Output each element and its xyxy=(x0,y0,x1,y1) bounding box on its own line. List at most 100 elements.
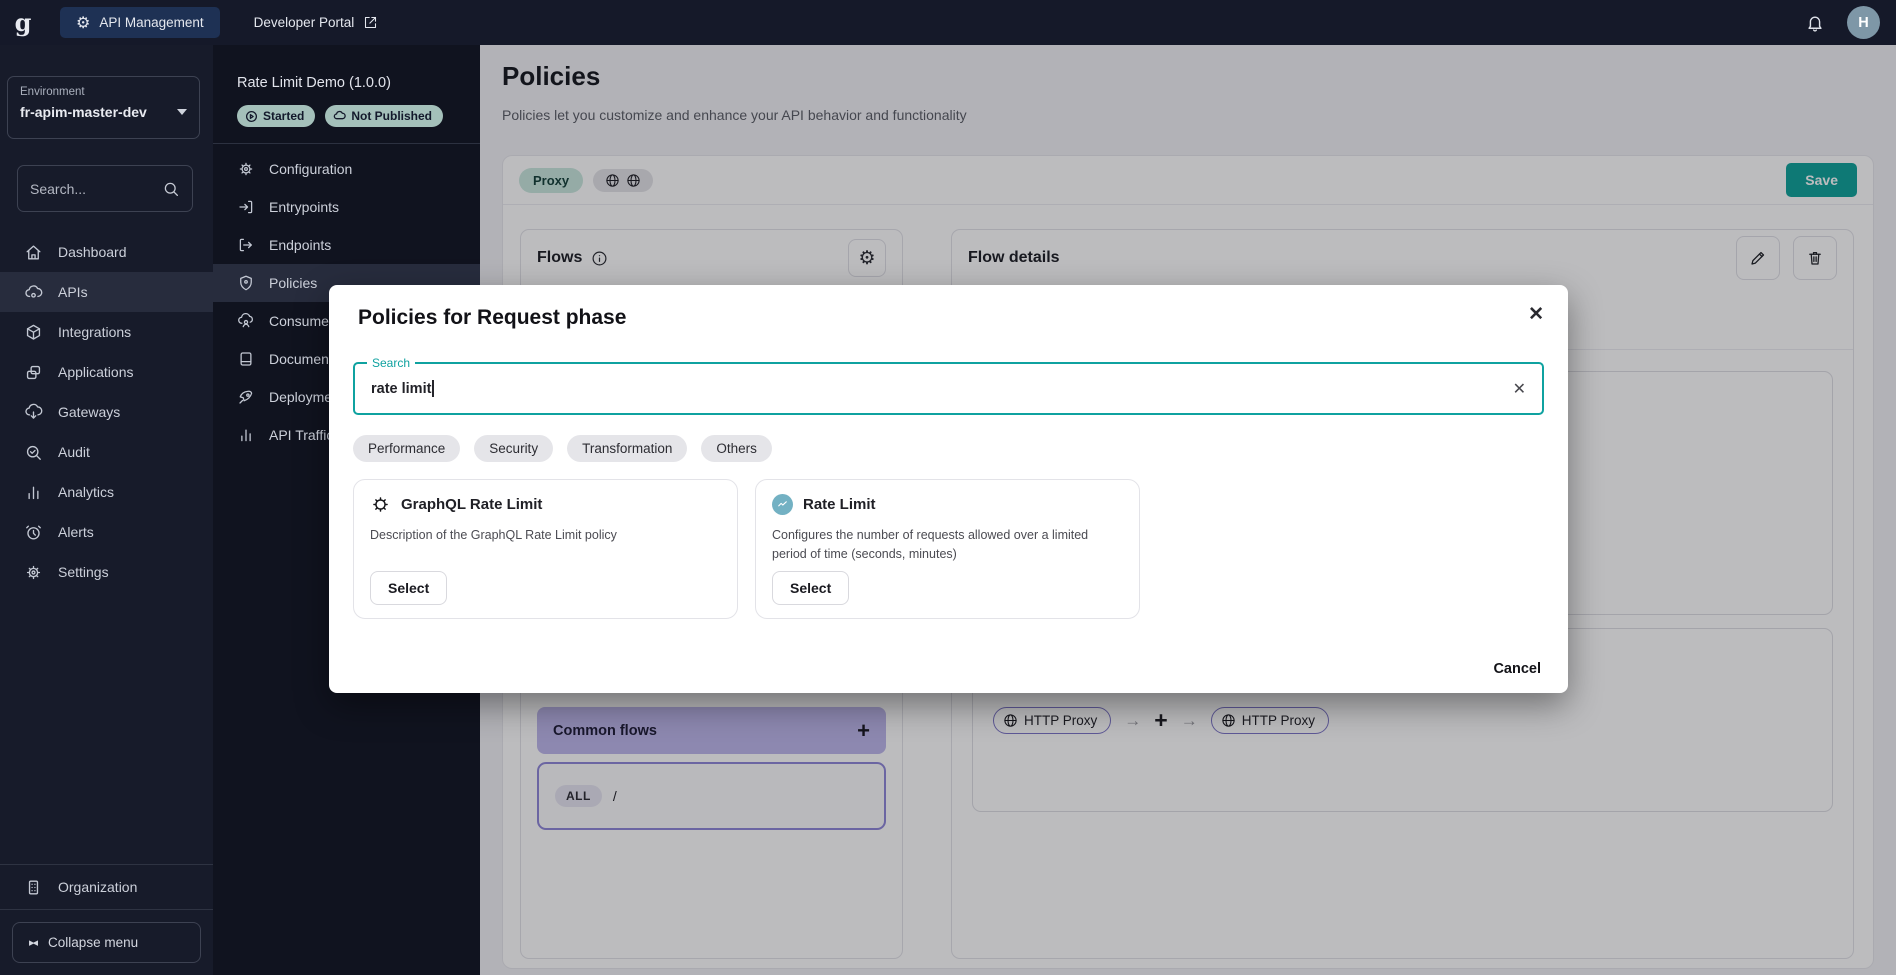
status-badge-started: Started xyxy=(237,105,315,127)
cloud-icon xyxy=(333,110,346,123)
api-menu-label: API Traffic xyxy=(269,427,333,443)
api-menu-label: Entrypoints xyxy=(269,199,339,215)
user-avatar[interactable]: H xyxy=(1847,6,1880,39)
divider xyxy=(213,143,480,144)
select-policy-button[interactable]: Select xyxy=(772,571,849,605)
sidebar-item-label: Gateways xyxy=(58,404,120,420)
rate-limit-icon xyxy=(772,494,793,515)
sidebar-item-label: APIs xyxy=(58,284,88,300)
filter-chip-others[interactable]: Others xyxy=(701,435,772,462)
policy-description: Configures the number of requests allowe… xyxy=(772,526,1102,564)
collapse-menu-label: Collapse menu xyxy=(48,935,138,950)
gear-icon xyxy=(237,160,255,178)
graphql-rate-limit-icon xyxy=(370,494,391,515)
cube-icon xyxy=(24,323,43,342)
developer-portal-nav-button[interactable]: Developer Portal xyxy=(238,7,395,38)
building-icon xyxy=(24,878,43,897)
audit-magnifier-icon xyxy=(24,443,43,462)
api-management-nav-button[interactable]: ⚙ API Management xyxy=(60,7,220,38)
badge-label: Not Published xyxy=(351,109,432,123)
environment-nav: Dashboard APIs Integrations Applications… xyxy=(0,232,213,592)
top-bar: g ⚙ API Management Developer Portal H xyxy=(0,0,1896,45)
book-icon xyxy=(237,350,255,368)
home-icon xyxy=(24,243,43,262)
sidebar-item-settings[interactable]: Settings xyxy=(0,552,213,592)
sidebar-item-label: Applications xyxy=(58,364,134,380)
sidebar-search xyxy=(17,165,193,212)
status-badge-not-published: Not Published xyxy=(325,105,443,127)
sidebar-item-label: Settings xyxy=(58,564,109,580)
text-cursor xyxy=(432,380,434,397)
sidebar-item-label: Analytics xyxy=(58,484,114,500)
search-field-value: rate limit xyxy=(371,381,431,397)
policy-name: Rate Limit xyxy=(803,496,876,513)
notifications-bell-icon[interactable] xyxy=(1805,13,1825,33)
sidebar-item-organization[interactable]: Organization xyxy=(0,865,213,909)
sidebar-item-label: Organization xyxy=(58,879,137,895)
sidebar-item-label: Alerts xyxy=(58,524,94,540)
policy-card-rate-limit: Rate Limit Configures the number of requ… xyxy=(755,479,1140,619)
search-field-label: Search xyxy=(367,356,415,370)
environment-select-label: Environment xyxy=(20,86,187,98)
dialog-title: Policies for Request phase xyxy=(358,306,626,330)
alarm-clock-icon xyxy=(24,523,43,542)
clear-search-icon[interactable]: ✕ xyxy=(1513,379,1526,399)
filter-chip-security[interactable]: Security xyxy=(474,435,553,462)
shield-icon xyxy=(237,274,255,292)
policy-search-field[interactable]: Search rate limit ✕ xyxy=(353,362,1544,415)
sidebar-bottom: Organization ▸◂ Collapse menu xyxy=(0,864,213,975)
policies-dialog: Policies for Request phase ✕ Search rate… xyxy=(329,285,1568,693)
policy-results: GraphQL Rate Limit Description of the Gr… xyxy=(353,479,1140,619)
apis-cloud-icon xyxy=(24,283,43,302)
consumers-cloud-person-icon xyxy=(237,312,255,330)
sidebar-item-alerts[interactable]: Alerts xyxy=(0,512,213,552)
bar-chart-icon xyxy=(237,426,255,444)
sidebar-item-applications[interactable]: Applications xyxy=(0,352,213,392)
sidebar-item-apis[interactable]: APIs xyxy=(0,272,213,312)
divider xyxy=(0,909,213,910)
external-link-icon xyxy=(363,15,378,30)
api-menu-label: Endpoints xyxy=(269,237,331,253)
sidebar-item-gateways[interactable]: Gateways xyxy=(0,392,213,432)
api-menu-label: Policies xyxy=(269,275,317,291)
api-menu-label: Configuration xyxy=(269,161,352,177)
filter-chip-transformation[interactable]: Transformation xyxy=(567,435,687,462)
gravitee-logo: g xyxy=(0,11,46,35)
api-menu-endpoints[interactable]: Endpoints xyxy=(213,226,480,264)
sidebar-item-audit[interactable]: Audit xyxy=(0,432,213,472)
sidebar-item-analytics[interactable]: Analytics xyxy=(0,472,213,512)
gear-icon: ⚙ xyxy=(76,13,90,33)
environment-select-value: fr-apim-master-dev xyxy=(20,104,147,120)
policy-card-graphql-rate-limit: GraphQL Rate Limit Description of the Gr… xyxy=(353,479,738,619)
api-menu-entrypoints[interactable]: Entrypoints xyxy=(213,188,480,226)
gear-icon xyxy=(24,563,43,582)
sidebar-item-label: Audit xyxy=(58,444,90,460)
filter-chip-performance[interactable]: Performance xyxy=(353,435,460,462)
environment-sidebar: Environment fr-apim-master-dev Dashboard… xyxy=(0,45,213,975)
environment-select[interactable]: Environment fr-apim-master-dev xyxy=(7,76,200,139)
badge-label: Started xyxy=(263,109,304,123)
sidebar-item-integrations[interactable]: Integrations xyxy=(0,312,213,352)
api-title: Rate Limit Demo (1.0.0) xyxy=(213,45,480,91)
applications-icon xyxy=(24,363,43,382)
gateway-cloud-icon xyxy=(24,403,43,422)
bar-chart-icon xyxy=(24,483,43,502)
developer-portal-label: Developer Portal xyxy=(254,15,355,30)
arrow-out-bracket-icon xyxy=(237,236,255,254)
collapse-icon: ▸◂ xyxy=(29,936,36,949)
api-menu-configuration[interactable]: Configuration xyxy=(213,150,480,188)
api-badges: Started Not Published xyxy=(213,91,480,127)
sidebar-item-dashboard[interactable]: Dashboard xyxy=(0,232,213,272)
close-icon[interactable]: ✕ xyxy=(1528,303,1544,326)
cancel-button[interactable]: Cancel xyxy=(1493,661,1541,677)
sidebar-search-input[interactable] xyxy=(30,181,154,197)
chevron-down-icon xyxy=(177,109,187,115)
select-policy-button[interactable]: Select xyxy=(370,571,447,605)
policy-name: GraphQL Rate Limit xyxy=(401,496,542,513)
sidebar-item-label: Dashboard xyxy=(58,244,127,260)
policy-description: Description of the GraphQL Rate Limit po… xyxy=(370,526,700,545)
collapse-menu-button[interactable]: ▸◂ Collapse menu xyxy=(12,922,201,963)
play-circle-icon xyxy=(245,110,258,123)
rocket-icon xyxy=(237,388,255,406)
search-icon xyxy=(162,180,180,198)
